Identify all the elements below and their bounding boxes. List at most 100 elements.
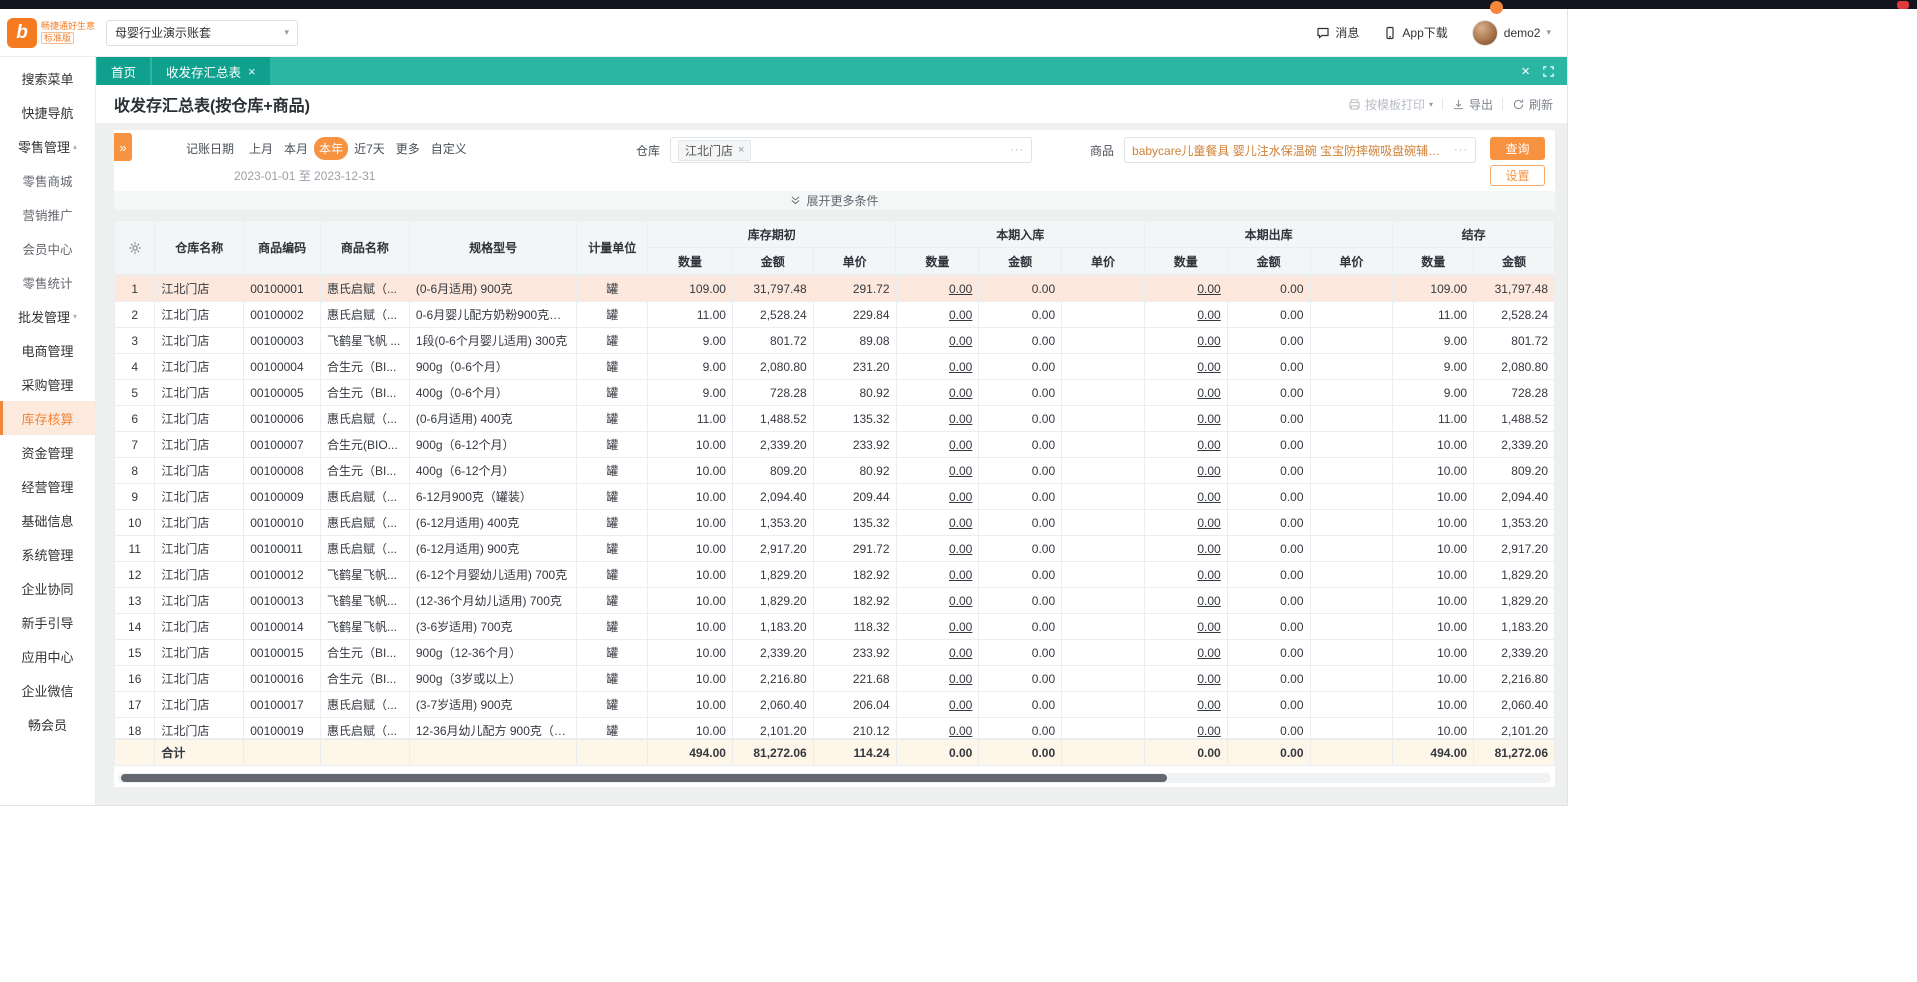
table-cell[interactable]: 0.00: [1143, 379, 1228, 406]
col-header[interactable]: 金额: [1226, 247, 1311, 275]
table-cell[interactable]: 0.00: [1143, 483, 1228, 510]
sidebar-item[interactable]: 零售统计: [0, 265, 95, 299]
drilldown-link[interactable]: 0.00: [949, 698, 972, 712]
collapse-panel-button[interactable]: »: [114, 133, 132, 161]
date-option[interactable]: 近7天: [349, 137, 390, 160]
table-row[interactable]: 11 江北门店 00100011 惠氏启赋（... (6-12月适用) 900克罐 10.…: [114, 535, 1555, 562]
table-cell[interactable]: 0.00: [895, 483, 980, 510]
drilldown-link[interactable]: 0.00: [949, 282, 972, 296]
table-row[interactable]: 4 江北门店 00100004 合生元（BI... 900g（0-6个月）罐 9.00 2,…: [114, 353, 1555, 380]
sidebar-item[interactable]: 会员中心: [0, 231, 95, 265]
export-button[interactable]: 导出: [1452, 96, 1493, 113]
table-cell[interactable]: 0.00: [895, 587, 980, 614]
table-cell[interactable]: 0.00: [1143, 509, 1228, 536]
drilldown-link[interactable]: 0.00: [1197, 490, 1220, 504]
table-row[interactable]: 10 江北门店 00100010 惠氏启赋（... (6-12月适用) 400克罐 10.…: [114, 509, 1555, 536]
table-cell[interactable]: 0.00: [895, 509, 980, 536]
table-row[interactable]: 9 江北门店 00100009 惠氏启赋（... 6-12月900克（罐装）罐 10.00…: [114, 483, 1555, 510]
table-cell[interactable]: 0.00: [1143, 405, 1228, 432]
search-button[interactable]: 查询: [1490, 137, 1545, 160]
sidebar-item[interactable]: 搜索菜单: [0, 61, 95, 95]
sidebar-item[interactable]: 零售商城: [0, 163, 95, 197]
table-cell[interactable]: 0.00: [895, 717, 980, 738]
table-cell[interactable]: 0.00: [1143, 457, 1228, 484]
drilldown-link[interactable]: 0.00: [949, 334, 972, 348]
table-cell[interactable]: 0.00: [895, 327, 980, 354]
table-cell[interactable]: 0.00: [895, 691, 980, 718]
drilldown-link[interactable]: 0.00: [1197, 282, 1220, 296]
col-header[interactable]: 金额: [1473, 247, 1555, 275]
drilldown-link[interactable]: 0.00: [949, 464, 972, 478]
drilldown-link[interactable]: 0.00: [949, 542, 972, 556]
table-cell[interactable]: 0.00: [895, 275, 980, 302]
col-header[interactable]: 数量: [1143, 247, 1228, 275]
table-cell[interactable]: 0.00: [1143, 639, 1228, 666]
sidebar-item[interactable]: 零售管理 ▴: [0, 129, 95, 163]
table-row[interactable]: 17 江北门店 00100017 惠氏启赋（... (3-7岁适用) 900克罐 10.0…: [114, 691, 1555, 718]
sidebar-item[interactable]: 营销推广: [0, 197, 95, 231]
sidebar-item[interactable]: 企业微信: [0, 673, 95, 707]
table-row[interactable]: 15 江北门店 00100015 合生元（BI... 900g（12-36个月）罐 10.…: [114, 639, 1555, 666]
table-row[interactable]: 12 江北门店 00100012 飞鹤星飞帆... (6-12个月婴幼儿适用) 700克…: [114, 561, 1555, 588]
tab-summary-report[interactable]: 收发存汇总表 ×: [152, 57, 270, 85]
drilldown-link[interactable]: 0.00: [1197, 724, 1220, 738]
date-option[interactable]: 上月: [244, 137, 278, 160]
col-header[interactable]: 单价: [812, 247, 897, 275]
table-cell[interactable]: 0.00: [895, 431, 980, 458]
drilldown-link[interactable]: 0.00: [1197, 568, 1220, 582]
table-row[interactable]: 8 江北门店 00100008 合生元（BI... 400g（6-12个月）罐 10.00…: [114, 457, 1555, 484]
more-options-icon[interactable]: ···: [1454, 144, 1468, 156]
scrollbar-thumb[interactable]: [121, 774, 1168, 782]
sidebar-item[interactable]: 系统管理: [0, 537, 95, 571]
drilldown-link[interactable]: 0.00: [949, 386, 972, 400]
table-cell[interactable]: 0.00: [1143, 691, 1228, 718]
drilldown-link[interactable]: 0.00: [949, 308, 972, 322]
drilldown-link[interactable]: 0.00: [1197, 438, 1220, 452]
col-header-name[interactable]: 商品名称: [319, 220, 410, 275]
drilldown-link[interactable]: 0.00: [949, 360, 972, 374]
table-cell[interactable]: 0.00: [1143, 665, 1228, 692]
drilldown-link[interactable]: 0.00: [1197, 360, 1220, 374]
sidebar-item[interactable]: 畅会员: [0, 707, 95, 741]
sidebar-item[interactable]: 基础信息: [0, 503, 95, 537]
col-header[interactable]: 金额: [978, 247, 1063, 275]
drilldown-link[interactable]: 0.00: [949, 724, 972, 738]
table-row[interactable]: 18 江北门店 00100019 惠氏启赋（... 12-36月幼儿配方 900克（罐装…: [114, 717, 1555, 738]
drilldown-link[interactable]: 0.00: [1197, 386, 1220, 400]
table-row[interactable]: 16 江北门店 00100016 合生元（BI... 900g（3岁或以上）罐 10.00…: [114, 665, 1555, 692]
sidebar-item[interactable]: 采购管理: [0, 367, 95, 401]
app-download-button[interactable]: App下载: [1383, 24, 1448, 41]
sidebar-item[interactable]: 库存核算: [0, 401, 95, 435]
refresh-button[interactable]: 刷新: [1512, 96, 1553, 113]
table-cell[interactable]: 0.00: [895, 379, 980, 406]
table-cell[interactable]: 0.00: [1143, 587, 1228, 614]
table-row[interactable]: 13 江北门店 00100013 飞鹤星飞帆... (12-36个月幼儿适用) 700克…: [114, 587, 1555, 614]
fullscreen-icon[interactable]: [1542, 65, 1555, 78]
sidebar-item[interactable]: 企业协同: [0, 571, 95, 605]
drilldown-link[interactable]: 0.00: [1197, 698, 1220, 712]
horizontal-scrollbar[interactable]: [118, 773, 1551, 783]
table-cell[interactable]: 0.00: [895, 613, 980, 640]
drilldown-link[interactable]: 0.00: [949, 594, 972, 608]
col-header-code[interactable]: 商品编码: [243, 220, 321, 275]
date-option[interactable]: 本月: [279, 137, 313, 160]
col-header-warehouse[interactable]: 仓库名称: [154, 220, 245, 275]
remove-tag-icon[interactable]: ×: [738, 144, 744, 156]
drilldown-link[interactable]: 0.00: [1197, 412, 1220, 426]
table-cell[interactable]: 0.00: [895, 535, 980, 562]
print-template-button[interactable]: 按模板打印 ▾: [1348, 96, 1433, 113]
drilldown-link[interactable]: 0.00: [949, 568, 972, 582]
sidebar-item[interactable]: 电商管理: [0, 333, 95, 367]
sidebar-item[interactable]: 资金管理: [0, 435, 95, 469]
sidebar-item[interactable]: 新手引导: [0, 605, 95, 639]
drilldown-link[interactable]: 0.00: [949, 646, 972, 660]
col-header-unit[interactable]: 计量单位: [576, 220, 649, 275]
table-cell[interactable]: 0.00: [1143, 353, 1228, 380]
sidebar-item[interactable]: 批发管理 ▾: [0, 299, 95, 333]
col-header[interactable]: 金额: [731, 247, 814, 275]
more-options-icon[interactable]: ···: [1010, 144, 1024, 156]
drilldown-link[interactable]: 0.00: [949, 516, 972, 530]
user-menu[interactable]: demo2 ▾: [1471, 19, 1551, 46]
sidebar-item[interactable]: 快捷导航: [0, 95, 95, 129]
table-cell[interactable]: 0.00: [1143, 275, 1228, 302]
